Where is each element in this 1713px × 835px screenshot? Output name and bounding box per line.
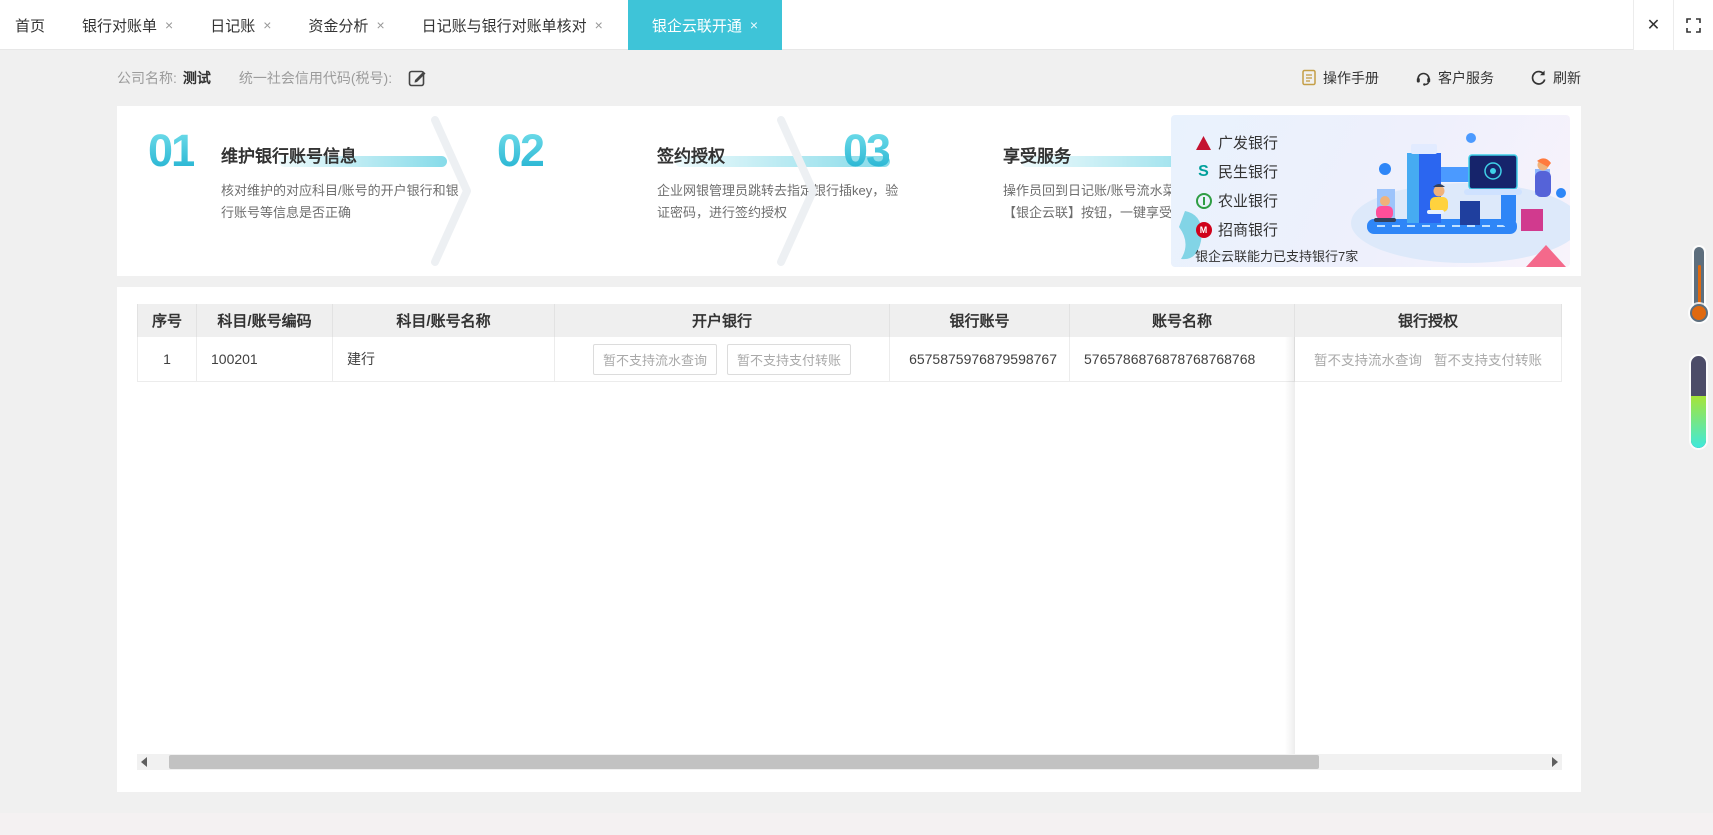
col-header-account-no: 银行账号 (890, 304, 1070, 337)
auth-status-no-transfer: 暂不支持支付转账 (1434, 353, 1542, 368)
cell-code: 100201 (197, 337, 333, 382)
tabbar-controls: ✕ (1633, 0, 1713, 50)
tab-bar: 首页 银行对账单 × 日记账 × 资金分析 × 日记账与银行对账单核对 × 银企… (0, 0, 1713, 50)
bank-name: 广发银行 (1218, 135, 1279, 152)
step-1-description: 核对维护的对应科目/账号的开户银行和银行账号等信息是否正确 (221, 183, 459, 221)
cell-name: 建行 (333, 337, 555, 382)
thermometer-widget[interactable] (1689, 247, 1709, 327)
customer-service-label: 客户服务 (1438, 69, 1494, 86)
manual-label: 操作手册 (1323, 69, 1379, 86)
step-2-number: 02 (497, 125, 545, 176)
status-chip-no-transfer: 暂不支持支付转账 (727, 343, 852, 375)
tab-label: 首页 (15, 17, 46, 35)
agricultural-bank-icon (1195, 192, 1212, 209)
step-1-title: 维护银行账号信息 (221, 147, 357, 166)
bank-item-cmb: M 招商银行 (1195, 219, 1278, 240)
table-header-row: 序号 科目/账号编码 科目/账号名称 开户银行 银行账号 账号名称 银行授权 (137, 304, 1562, 337)
auth-status-no-flow-query: 暂不支持流水查询 (1314, 353, 1422, 368)
pinned-column-shadow (1285, 337, 1295, 754)
header-actions: 操作手册 客户服务 刷新 (1301, 68, 1581, 88)
page-subheader: 公司名称: 测试 统一社会信用代码(税号): 操作手册 客户服务 刷新 (0, 51, 1713, 104)
edit-icon (408, 70, 426, 87)
accounts-table-card: 序号 科目/账号编码 科目/账号名称 开户银行 银行账号 账号名称 银行授权 1… (117, 287, 1581, 792)
manual-doc-icon (1302, 69, 1316, 86)
tab-journal-bank-check[interactable]: 日记账与银行对账单核对 × (422, 0, 603, 50)
close-all-tabs-button[interactable]: ✕ (1633, 0, 1673, 50)
step-1-number: 01 (148, 125, 196, 176)
accounts-table: 序号 科目/账号编码 科目/账号名称 开户银行 银行账号 账号名称 银行授权 1… (137, 304, 1562, 382)
col-header-bank: 开户银行 (555, 304, 890, 337)
step-3-title: 享受服务 (1003, 147, 1071, 166)
bank-name: 招商银行 (1218, 222, 1279, 239)
col-header-name: 科目/账号名称 (333, 304, 555, 337)
scroll-left-arrow-icon[interactable] (141, 757, 147, 767)
tab-close-icon[interactable]: × (165, 17, 173, 33)
refresh-label: 刷新 (1553, 69, 1581, 86)
cmb-bank-icon: M (1195, 221, 1212, 238)
customer-service-icon (1416, 72, 1431, 86)
cell-account-no: 6575875976879598767 (890, 337, 1070, 382)
step-separator-chevron (777, 116, 817, 266)
step-separator-chevron (431, 116, 471, 266)
tax-code-label: 统一社会信用代码(税号): (238, 69, 393, 86)
cell-account-name: 5765786876878768768768 (1070, 337, 1295, 382)
tab-fund-analysis[interactable]: 资金分析 × (308, 0, 384, 50)
tab-label: 资金分析 (308, 17, 369, 35)
tab-bank-cloud-link[interactable]: 银企云联开通 × (627, 0, 783, 50)
status-chip-no-flow-query: 暂不支持流水查询 (592, 343, 717, 375)
step-3-number: 03 (843, 125, 891, 176)
bank-item-agricultural: 农业银行 (1195, 190, 1278, 211)
onboarding-steps-card: 01 维护银行账号信息 核对维护的对应科目/账号的开户银行和银行账号等信息是否正… (117, 106, 1581, 276)
cell-auth-status: 暂不支持流水查询 暂不支持支付转账 (1295, 337, 1562, 382)
supported-banks-caption: 银企云联能力已支持银行7家 (1195, 249, 1359, 264)
company-info: 公司名称: 测试 统一社会信用代码(税号): (117, 68, 427, 88)
tab-journal[interactable]: 日记账 × (210, 0, 271, 50)
bottom-strip (0, 813, 1713, 835)
manual-button[interactable]: 操作手册 (1301, 68, 1379, 88)
horizontal-scrollbar[interactable] (137, 754, 1562, 770)
col-header-code: 科目/账号编码 (197, 304, 333, 337)
bank-item-minsheng: S 民生银行 (1195, 161, 1278, 182)
bank-name: 民生银行 (1218, 164, 1279, 181)
step-2-title: 签约授权 (657, 147, 725, 166)
tab-strip: 首页 银行对账单 × 日记账 × 资金分析 × 日记账与银行对账单核对 × 银企… (0, 0, 1713, 50)
guangfa-bank-icon (1195, 134, 1212, 151)
close-icon: ✕ (1646, 17, 1661, 34)
app-window: 首页 银行对账单 × 日记账 × 资金分析 × 日记账与银行对账单核对 × 银企… (0, 0, 1713, 835)
gauge-widget[interactable] (1691, 356, 1706, 448)
company-name-value: 测试 (182, 69, 211, 86)
tab-bank-statement[interactable]: 银行对账单 × (82, 0, 173, 50)
tab-close-icon[interactable]: × (376, 17, 384, 33)
thermometer-bulb (1690, 304, 1708, 322)
col-header-account-name: 账号名称 (1070, 304, 1295, 337)
refresh-button[interactable]: 刷新 (1530, 68, 1581, 88)
tab-label: 银企云联开通 (651, 17, 742, 35)
tab-label: 银行对账单 (82, 17, 158, 35)
tab-label: 日记账与银行对账单核对 (421, 17, 587, 35)
tab-close-icon[interactable]: × (595, 17, 603, 33)
cell-seq: 1 (137, 337, 197, 382)
tab-label: 日记账 (210, 17, 256, 35)
edit-company-button[interactable] (408, 68, 427, 87)
cell-bank-status: 暂不支持流水查询 暂不支持支付转账 (555, 337, 890, 382)
col-header-seq: 序号 (137, 304, 197, 337)
refresh-icon (1531, 70, 1546, 85)
col-header-auth: 银行授权 (1295, 304, 1562, 337)
table-row[interactable]: 1 100201 建行 暂不支持流水查询 暂不支持支付转账 6575875976… (137, 337, 1562, 382)
bank-name: 农业银行 (1218, 193, 1279, 210)
fullscreen-button[interactable] (1673, 0, 1713, 50)
supported-banks-panel: 广发银行 S 民生银行 农业银行 M 招商银行 银企云联能力已支持银行7家 (1171, 115, 1570, 267)
scrollbar-thumb[interactable] (169, 755, 1319, 769)
tab-close-icon[interactable]: × (263, 17, 271, 33)
customer-service-button[interactable]: 客户服务 (1415, 68, 1494, 88)
tab-close-icon[interactable]: × (750, 17, 758, 33)
company-name-label: 公司名称: (117, 69, 177, 86)
scroll-right-arrow-icon[interactable] (1552, 757, 1558, 767)
minsheng-bank-icon: S (1198, 162, 1209, 180)
bank-item-guangfa: 广发银行 (1195, 132, 1278, 153)
fullscreen-icon (1686, 17, 1701, 33)
tab-home[interactable]: 首页 (15, 0, 45, 50)
gauge-fill (1691, 396, 1706, 448)
